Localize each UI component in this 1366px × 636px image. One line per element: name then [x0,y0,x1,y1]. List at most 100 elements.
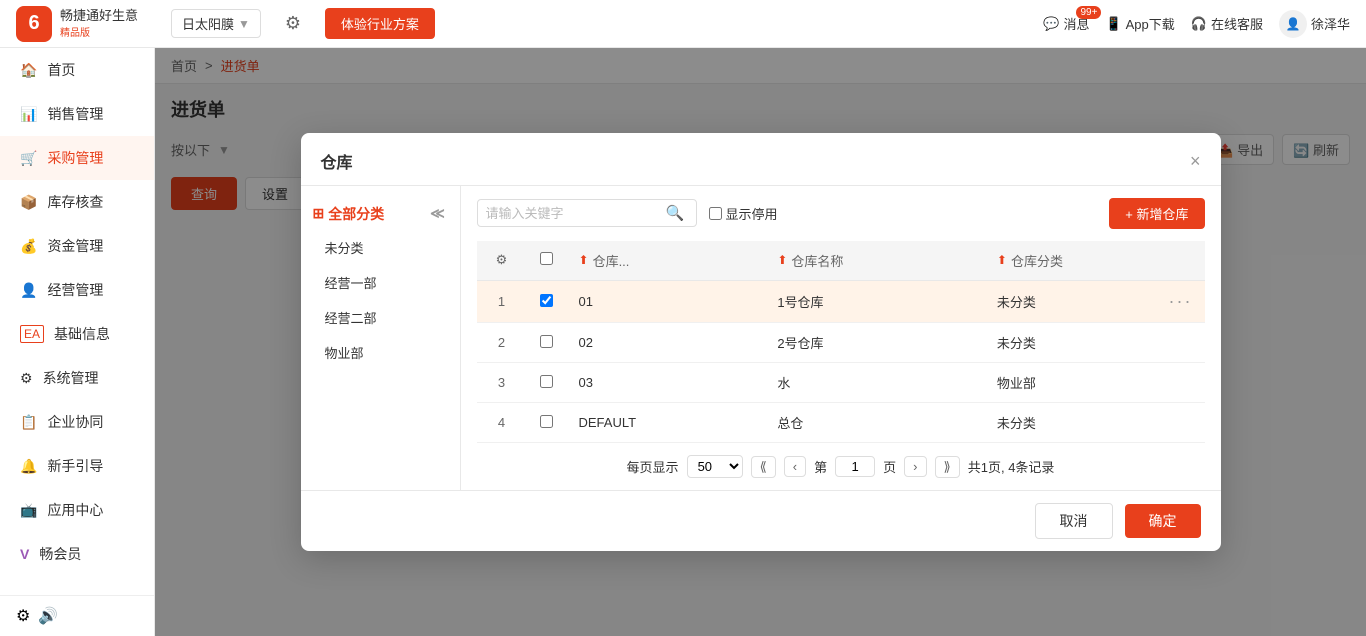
store-name: 日太阳膜 [182,14,234,33]
sidebar-label-basic-info: 基础信息 [54,324,110,344]
modal-dialog: 仓库 × ⊞ 全部分类 ≪ 未分类 [301,133,1221,552]
sidebar-item-apps[interactable]: 📺 应用中心 [0,488,154,532]
cancel-button[interactable]: 取消 [1035,503,1113,539]
message-item[interactable]: 💬 消息 99+ [1043,14,1089,33]
sidebar-label-inventory: 库存核查 [47,192,103,212]
row-num: 2 [477,323,527,363]
row-name: 总仓 [765,403,985,443]
main-layout: 🏠 首页 📊 销售管理 🛒 采购管理 📦 库存核查 💰 资金管理 👤 经营管理 … [0,48,1366,636]
last-page-button[interactable]: ⟫ [935,456,960,478]
sidebar-item-member[interactable]: V 畅会员 [0,532,154,576]
sidebar-item-sales[interactable]: 📊 销售管理 [0,92,154,136]
service-item[interactable]: 🎧 在线客服 [1191,14,1263,33]
logo-sub: 精品版 [60,24,138,39]
sidebar-label-sales: 销售管理 [47,104,103,124]
store-selector[interactable]: 日太阳膜 ▼ [171,9,261,38]
col-name: ⬆ 仓库名称 [765,241,985,281]
add-warehouse-button[interactable]: + 新增仓库 [1109,198,1204,229]
row-checkbox[interactable] [540,294,553,307]
per-page-select[interactable]: 50 20 100 [687,455,743,478]
table-row[interactable]: 1 01 1号仓库 未分类 ··· [477,280,1205,323]
page-unit: 页 [883,457,896,476]
category-item-uncategorized[interactable]: 未分类 [301,230,460,265]
row-name: 水 [765,363,985,403]
row-checkbox-cell[interactable] [527,363,567,403]
col-category: ⬆ 仓库分类 [985,241,1205,281]
phone-icon: 📱 [1105,16,1121,32]
settings-col-icon: ⚙ [496,252,508,267]
modal-overlay[interactable]: 仓库 × ⊞ 全部分类 ≪ 未分类 [155,48,1366,636]
confirm-button[interactable]: 确定 [1125,504,1201,538]
table-header-row: ⚙ ⬆ 仓库... [477,241,1205,281]
row-checkbox-cell[interactable] [527,280,567,323]
show-disabled-checkbox[interactable]: 显示停用 [709,204,778,223]
page-input[interactable] [835,456,875,477]
row-name: 2号仓库 [765,323,985,363]
category-item-property[interactable]: 物业部 [301,335,460,370]
table-row[interactable]: 4 DEFAULT 总仓 未分类 [477,403,1205,443]
industry-button[interactable]: 体验行业方案 [325,8,435,39]
content-area: 首页 > 进货单 进货单 按以下 ▼ 🖨 打印 ▼ 📤 导出 [155,48,1366,636]
category-item-op1[interactable]: 经营一部 [301,265,460,300]
app-download-item[interactable]: 📱 App下载 [1105,14,1174,33]
row-actions[interactable]: ··· [1169,291,1193,312]
select-all-checkbox[interactable] [540,252,553,265]
sidebar-bottom: ⚙ 🔊 [0,595,154,636]
sidebar-item-inventory[interactable]: 📦 库存核查 [0,180,154,224]
row-checkbox[interactable] [540,375,553,388]
user-name: 徐泽华 [1311,14,1350,33]
search-input[interactable] [486,206,666,221]
category-all[interactable]: ⊞ 全部分类 ≪ [301,198,460,230]
row-name: 1号仓库 [765,280,985,323]
user-profile[interactable]: 👤 徐泽华 [1279,10,1350,38]
row-checkbox[interactable] [540,415,553,428]
total-pages: 共1页, 4条记录 [968,457,1055,476]
table-toolbar: 🔍 显示停用 + 新增仓库 [477,198,1205,229]
system-icon: ⚙ [20,370,33,387]
inventory-icon: 📦 [20,194,37,211]
sidebar-item-basic-info[interactable]: EA 基础信息 [0,312,154,356]
first-page-button[interactable]: ⟪ [751,456,776,478]
row-checkbox[interactable] [540,335,553,348]
logo-text: 畅捷通好生意 [60,8,138,25]
row-code: 01 [567,280,766,323]
table-panel: 🔍 显示停用 + 新增仓库 [461,186,1221,491]
row-checkbox-cell[interactable] [527,403,567,443]
warehouse-table: ⚙ ⬆ 仓库... [477,241,1205,444]
collapse-icon[interactable]: ≪ [428,204,448,224]
sidebar-label-finance: 资金管理 [47,236,103,256]
sidebar-label-management: 经营管理 [47,280,103,300]
search-box: 🔍 [477,199,697,227]
next-page-button[interactable]: › [904,456,926,477]
sidebar-label-apps: 应用中心 [47,500,103,520]
row-num: 3 [477,363,527,403]
row-code: DEFAULT [567,403,766,443]
prev-page-button[interactable]: ‹ [784,456,806,477]
app-label: App下载 [1126,14,1175,33]
sidebar-item-system[interactable]: ⚙ 系统管理 [0,356,154,400]
logo-text-area: 畅捷通好生意 精品版 [60,8,138,40]
header-center: 日太阳膜 ▼ ⚙ 体验行业方案 [171,8,1043,40]
sound-icon[interactable]: 🔊 [38,606,58,626]
basic-info-icon: EA [20,325,44,343]
sidebar-item-enterprise[interactable]: 📋 企业协同 [0,400,154,444]
message-icon: 💬 [1043,16,1059,32]
table-row[interactable]: 2 02 2号仓库 未分类 [477,323,1205,363]
col-code-label: 仓库... [593,251,630,270]
gear-button[interactable]: ⚙ [277,8,309,40]
sidebar-item-management[interactable]: 👤 经营管理 [0,268,154,312]
settings-bottom-icon[interactable]: ⚙ [16,606,30,626]
modal-close-button[interactable]: × [1190,152,1201,170]
sidebar-item-purchase[interactable]: 🛒 采购管理 [0,136,154,180]
col-code: ⬆ 仓库... [567,241,766,281]
sidebar-item-finance[interactable]: 💰 资金管理 [0,224,154,268]
sidebar-item-guide[interactable]: 🔔 新手引导 [0,444,154,488]
disabled-checkbox[interactable] [709,207,722,220]
table-row[interactable]: 3 03 水 物业部 [477,363,1205,403]
modal-body: ⊞ 全部分类 ≪ 未分类 经营一部 经营二部 物业部 [301,186,1221,491]
sidebar-item-home[interactable]: 🏠 首页 [0,48,154,92]
row-checkbox-cell[interactable] [527,323,567,363]
grid-icon: ⊞ [313,205,325,222]
sort-category-icon: ⬆ [997,253,1007,267]
category-item-op2[interactable]: 经营二部 [301,300,460,335]
